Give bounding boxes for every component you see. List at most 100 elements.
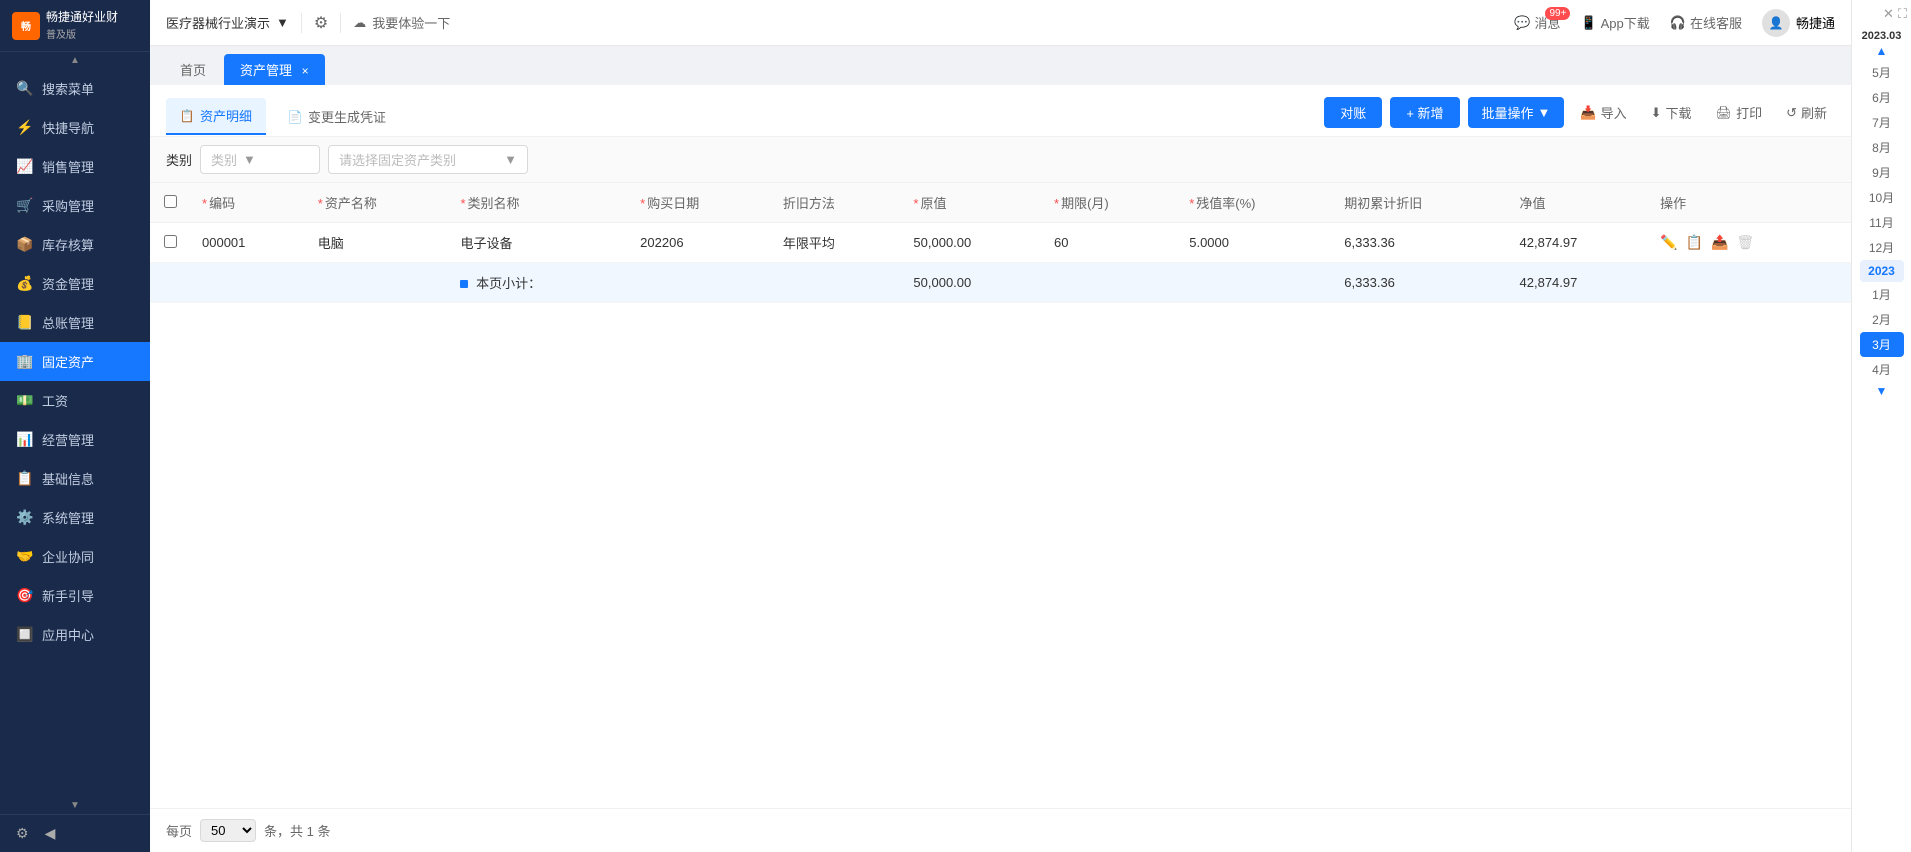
topbar-messages[interactable]: 💬 消息 99+ — [1514, 13, 1560, 32]
sidebar-item-inventory[interactable]: 📦 库存核算 — [0, 225, 150, 264]
sidebar-item-fixedasset[interactable]: 🏢 固定资产 — [0, 342, 150, 381]
right-panel: ✕ ⛶ 2023.03 ▲ 5月6月7月8月9月10月11月12月20231月2… — [1851, 0, 1911, 852]
reconcile-label: 对账 — [1340, 103, 1366, 122]
tab-home[interactable]: 首页 — [166, 54, 220, 85]
batch-ops-button[interactable]: 批量操作 ▼ — [1468, 97, 1565, 128]
col-depreciation-method: 折旧方法 — [771, 183, 902, 223]
row-net-value-0: 42,874.97 — [1508, 223, 1649, 263]
sidebar-icon-fixedasset: 🏢 — [16, 353, 34, 371]
topbar-experience[interactable]: ☁ 我要体验一下 — [353, 13, 450, 32]
sidebar-label-management: 经营管理 — [42, 430, 94, 449]
subtotal-label: 本页小计： — [476, 276, 541, 291]
sidebar-item-management[interactable]: 📊 经营管理 — [0, 420, 150, 459]
settings-icon[interactable]: ⚙ — [16, 825, 29, 842]
month-item[interactable]: 10月 — [1860, 185, 1904, 210]
print-button[interactable]: 🖨 打印 — [1708, 99, 1771, 126]
filter-row: 类别 类别 ▼ 请选择固定资产类别 ▼ — [150, 137, 1851, 183]
sidebar-item-search[interactable]: 🔍 搜索菜单 — [0, 69, 150, 108]
row-category-0: 电子设备 — [448, 223, 628, 263]
sidebar-icon-guide: 🎯 — [16, 587, 34, 605]
right-panel-down-arrow[interactable]: ▼ — [1876, 384, 1888, 398]
subtotal-accumulated: 6,333.36 — [1332, 263, 1507, 303]
sidebar-label-cooperation: 企业协同 — [42, 547, 94, 566]
right-panel-close-icon[interactable]: ✕ — [1883, 6, 1894, 22]
topbar-service[interactable]: 🎧 在线客服 — [1670, 13, 1742, 32]
month-item[interactable]: 3月 — [1860, 332, 1904, 357]
experience-icon: ☁ — [353, 15, 366, 31]
right-panel-year: 2023.03 — [1858, 30, 1906, 42]
month-item[interactable]: 1月 — [1860, 282, 1904, 307]
new-button[interactable]: + 新增 — [1390, 97, 1459, 128]
sidebar-item-cooperation[interactable]: 🤝 企业协同 — [0, 537, 150, 576]
select-all-checkbox[interactable] — [164, 195, 177, 208]
topbar-divider — [301, 13, 302, 33]
right-panel-expand-icon[interactable]: ⛶ — [1898, 6, 1907, 22]
tab-asset-close[interactable]: × — [302, 64, 309, 78]
sidebar-icon-sales: 📈 — [16, 158, 34, 176]
col-period: *期限(月) — [1042, 183, 1177, 223]
per-page-select[interactable]: 50 100 200 — [200, 819, 256, 842]
service-icon: 🎧 — [1670, 15, 1686, 31]
tab-voucher-gen[interactable]: 📄 变更生成凭证 — [274, 99, 400, 134]
sidebar-item-funds[interactable]: 💰 资金管理 — [0, 264, 150, 303]
page-tabs: 首页 资产管理 × — [150, 46, 1851, 85]
logo-sub: 普及版 — [46, 26, 118, 41]
row-depreciation-0: 年限平均 — [771, 223, 902, 263]
refresh-button[interactable]: ↺ 刷新 — [1778, 99, 1835, 126]
sidebar-item-quicknav[interactable]: ⚡ 快捷导航 — [0, 108, 150, 147]
sidebar-item-sales[interactable]: 📈 销售管理 — [0, 147, 150, 186]
sidebar-label-ledger: 总账管理 — [42, 313, 94, 332]
sidebar-item-wages[interactable]: 💵 工资 — [0, 381, 150, 420]
topbar-app-download[interactable]: 📱 App下载 — [1580, 13, 1649, 32]
tab-asset-detail[interactable]: 📋 资产明细 — [166, 98, 266, 135]
sidebar-item-purchase[interactable]: 🛒 采购管理 — [0, 186, 150, 225]
month-item[interactable]: 12月 — [1860, 235, 1904, 260]
sidebar-label-apps: 应用中心 — [42, 625, 94, 644]
year-divider[interactable]: 2023 — [1860, 260, 1904, 282]
print-icon: 🖨 — [1716, 105, 1733, 121]
import-button[interactable]: 📥 导入 — [1572, 99, 1634, 126]
row-checkbox-0[interactable] — [150, 223, 190, 263]
sidebar-scroll-down[interactable]: ▼ — [0, 797, 150, 814]
filter-category-input[interactable]: 请选择固定资产类别 ▼ — [328, 145, 528, 174]
month-item[interactable]: 8月 — [1860, 135, 1904, 160]
topbar-divider2 — [340, 13, 341, 33]
month-item[interactable]: 4月 — [1860, 357, 1904, 382]
row-copy-icon-0[interactable]: 📋 — [1686, 234, 1703, 251]
sidebar-label-system: 系统管理 — [42, 508, 94, 527]
sidebar-item-system[interactable]: ⚙️ 系统管理 — [0, 498, 150, 537]
reconcile-button[interactable]: 对账 — [1324, 97, 1382, 128]
month-item[interactable]: 5月 — [1860, 60, 1904, 85]
filter-input-arrow: ▼ — [504, 152, 517, 167]
month-item[interactable]: 9月 — [1860, 160, 1904, 185]
topbar-user[interactable]: 👤 畅捷通 — [1762, 9, 1835, 37]
topbar-company[interactable]: 医疗器械行业演示 ▼ — [166, 13, 289, 32]
batch-ops-label: 批量操作 — [1482, 103, 1534, 122]
col-actions: 操作 — [1648, 183, 1851, 223]
row-delete-icon-0[interactable]: 🗑 — [1736, 234, 1754, 251]
month-item[interactable]: 2月 — [1860, 307, 1904, 332]
sidebar-item-ledger[interactable]: 📒 总账管理 — [0, 303, 150, 342]
tab-voucher-gen-label: 变更生成凭证 — [308, 107, 386, 126]
col-purchase-date: *购买日期 — [628, 183, 771, 223]
month-item[interactable]: 6月 — [1860, 85, 1904, 110]
tab-asset[interactable]: 资产管理 × — [224, 54, 325, 85]
sidebar-label-purchase: 采购管理 — [42, 196, 94, 215]
download-button[interactable]: ⬇ 下载 — [1643, 99, 1700, 126]
month-item[interactable]: 11月 — [1860, 210, 1904, 235]
sidebar-item-guide[interactable]: 🎯 新手引导 — [0, 576, 150, 615]
col-net-value: 净值 — [1508, 183, 1649, 223]
right-panel-up-arrow[interactable]: ▲ — [1876, 44, 1888, 58]
month-item[interactable]: 7月 — [1860, 110, 1904, 135]
table-row: 000001 电脑 电子设备 202206 年限平均 50,000.00 60 … — [150, 223, 1851, 263]
filter-category-select[interactable]: 类别 ▼ — [200, 145, 320, 174]
collapse-icon[interactable]: ◀ — [45, 825, 56, 842]
sidebar-item-basics[interactable]: 📋 基础信息 — [0, 459, 150, 498]
topbar-gear-icon[interactable]: ⚙ — [314, 13, 328, 33]
sidebar-item-apps[interactable]: 🔲 应用中心 — [0, 615, 150, 654]
col-category: *类别名称 — [448, 183, 628, 223]
sidebar-label-basics: 基础信息 — [42, 469, 94, 488]
row-export-icon-0[interactable]: 📤 — [1711, 234, 1728, 251]
row-edit-icon-0[interactable]: ✏️ — [1660, 234, 1677, 251]
sidebar-scroll-up[interactable]: ▲ — [0, 52, 150, 69]
